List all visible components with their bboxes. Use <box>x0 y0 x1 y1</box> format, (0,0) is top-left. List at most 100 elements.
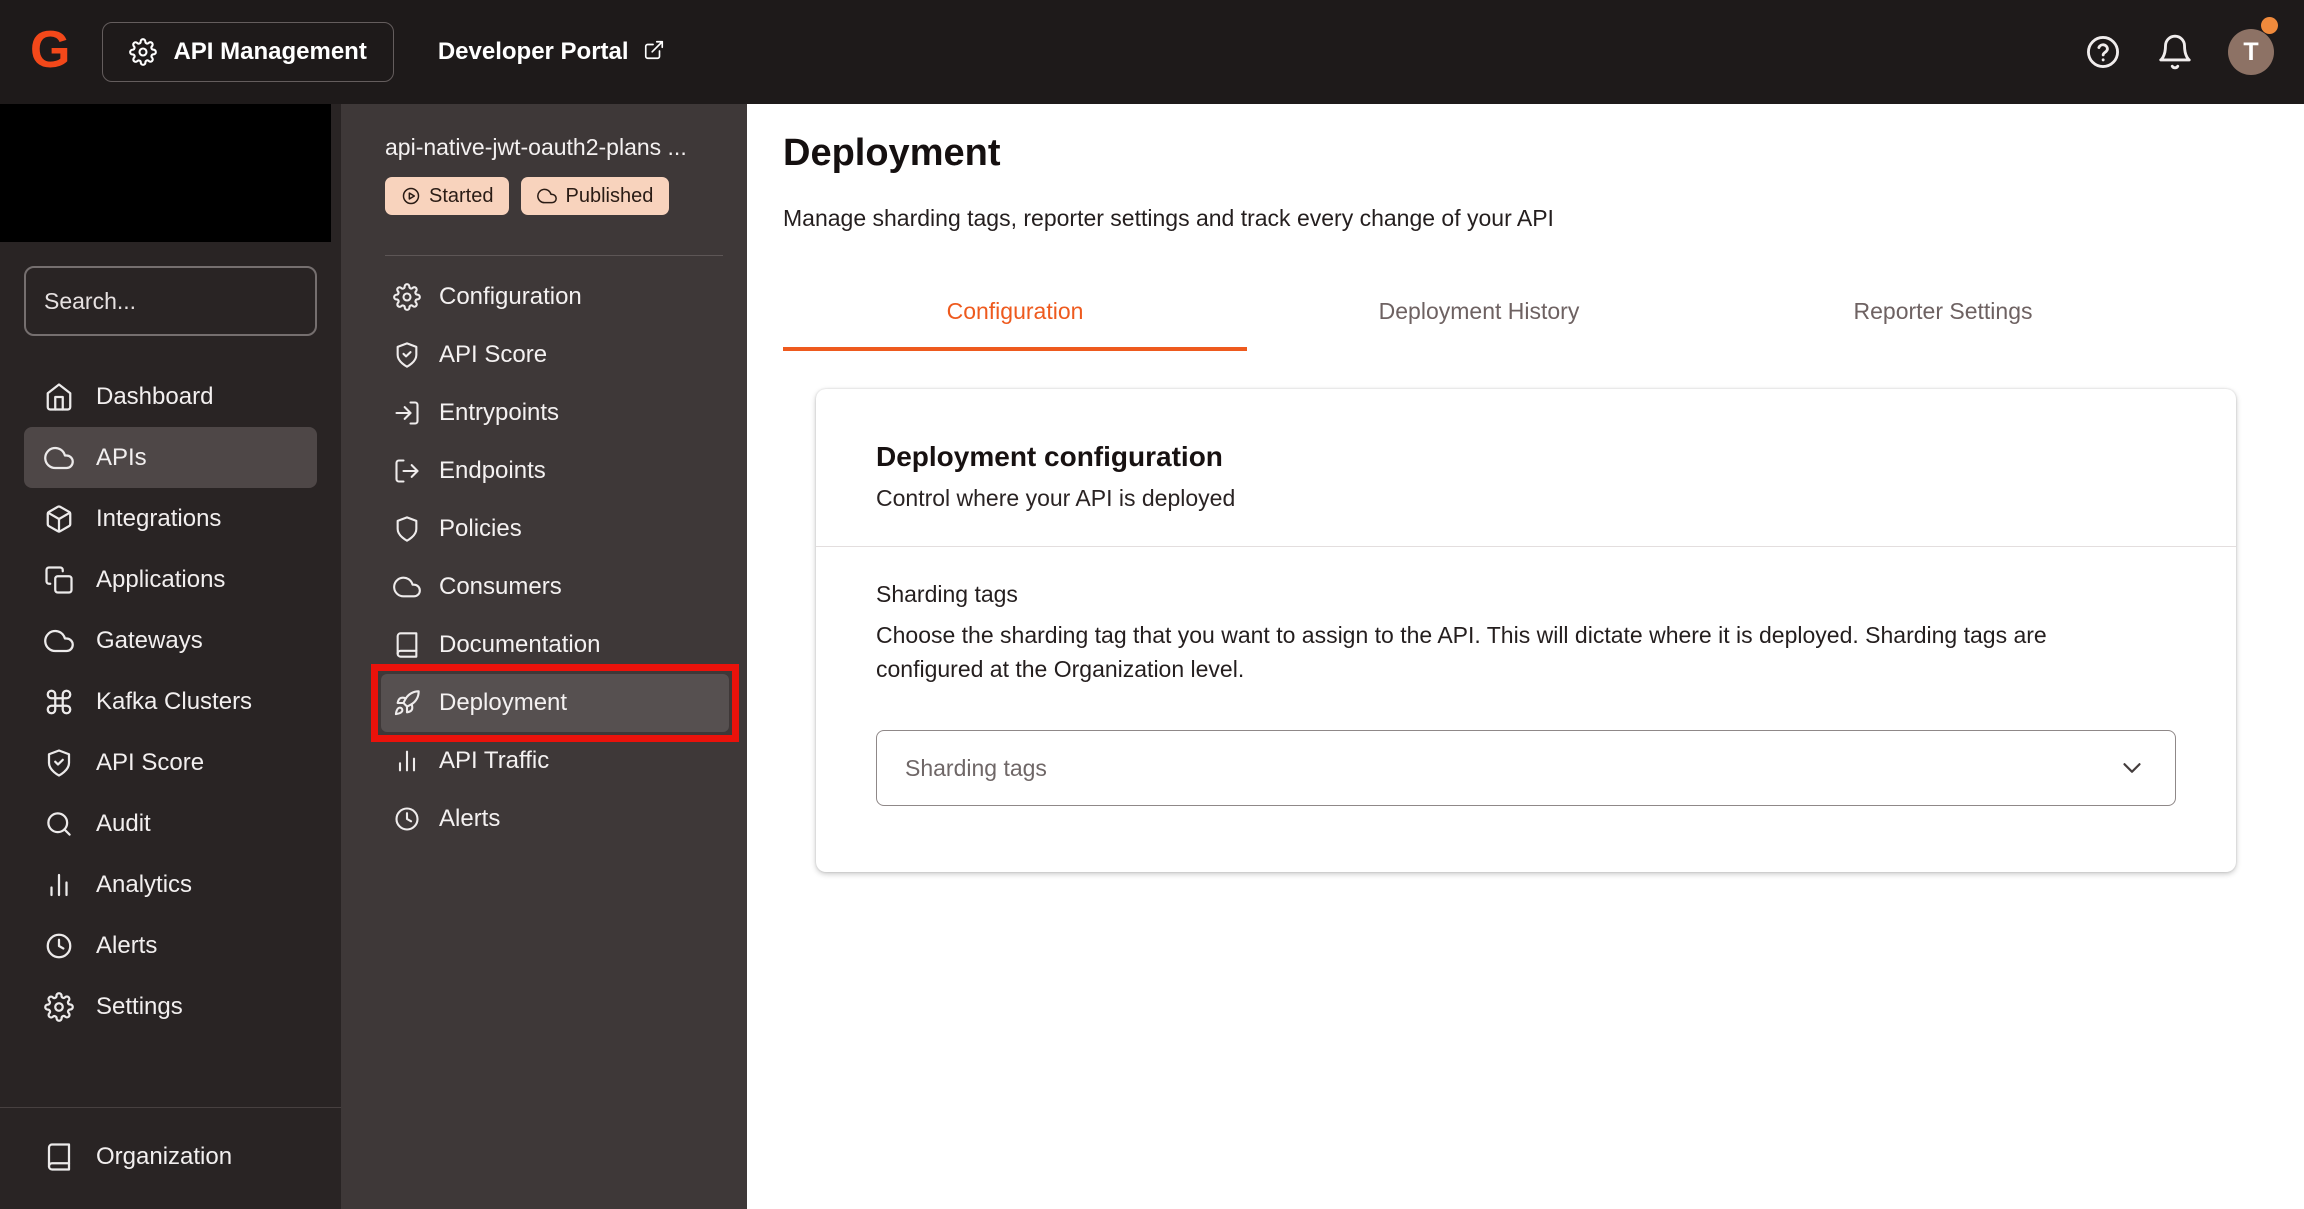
tab-deployment-history[interactable]: Deployment History <box>1247 274 1711 351</box>
sidebar-item-dashboard[interactable]: Dashboard <box>24 366 317 427</box>
user-avatar[interactable]: T <box>2228 29 2274 75</box>
shield-icon <box>393 515 421 543</box>
sidebar-item-label: Applications <box>96 566 225 594</box>
main-content: Deployment Manage sharding tags, reporte… <box>747 104 2304 1209</box>
arrow-out-icon <box>393 457 421 485</box>
sidebar-item-label: Analytics <box>96 871 192 899</box>
api-menu-item-label: Configuration <box>439 283 582 311</box>
copy-icon <box>44 565 74 595</box>
api-menu-item-label: Policies <box>439 515 522 543</box>
chevron-down-icon <box>2117 753 2147 783</box>
api-menu-item-api-score[interactable]: API Score <box>381 326 731 384</box>
api-menu-item-policies[interactable]: Policies <box>381 500 731 558</box>
card-subtitle: Control where your API is deployed <box>876 485 2176 512</box>
book-icon <box>393 631 421 659</box>
api-menu-item-deployment[interactable]: Deployment <box>381 674 729 732</box>
page-subtitle: Manage sharding tags, reporter settings … <box>783 205 2304 232</box>
sidebar-item-label: Organization <box>96 1143 232 1171</box>
sharding-tags-label: Sharding tags <box>876 581 2176 608</box>
developer-portal-link[interactable]: Developer Portal <box>438 38 665 66</box>
sidebar-item-label: API Score <box>96 749 204 777</box>
tab-bar: Configuration Deployment History Reporte… <box>783 274 2175 351</box>
api-menu-item-configuration[interactable]: Configuration <box>381 268 731 326</box>
arrow-in-icon <box>393 399 421 427</box>
api-management-button[interactable]: API Management <box>102 22 393 82</box>
sidebar-item-kafka-clusters[interactable]: Kafka Clusters <box>24 671 317 732</box>
select-placeholder: Sharding tags <box>905 755 1047 782</box>
api-menu-item-label: Consumers <box>439 573 562 601</box>
sidebar-item-label: Integrations <box>96 505 221 533</box>
command-icon <box>44 687 74 717</box>
status-badge-started: Started <box>385 177 509 215</box>
annotation-rectangle: Deployment <box>371 664 739 742</box>
api-menu-item-endpoints[interactable]: Endpoints <box>381 442 731 500</box>
sidebar-item-analytics[interactable]: Analytics <box>24 854 317 915</box>
app-window: G API Management Developer Portal T <box>0 0 2304 1209</box>
api-management-label: API Management <box>173 38 366 66</box>
sidebar-item-audit[interactable]: Audit <box>24 793 317 854</box>
api-menu-item-label: Deployment <box>439 689 567 717</box>
api-menu-item-label: API Traffic <box>439 747 549 775</box>
rocket-icon <box>393 689 421 717</box>
status-badge-published: Published <box>521 177 669 215</box>
shield-check-icon <box>44 748 74 778</box>
api-name: api-native-jwt-oauth2-plans ... <box>385 134 723 161</box>
sidebar-item-label: Alerts <box>96 932 157 960</box>
api-menu-item-consumers[interactable]: Consumers <box>381 558 731 616</box>
api-menu-item-label: Documentation <box>439 631 600 659</box>
cloud-icon <box>393 573 421 601</box>
bar-chart-icon <box>44 870 74 900</box>
cloud-icon <box>44 443 74 473</box>
magnifier-icon <box>44 809 74 839</box>
home-icon <box>44 382 74 412</box>
gear-icon <box>129 38 157 66</box>
sharding-tags-select[interactable]: Sharding tags <box>876 730 2176 806</box>
sharding-tags-description: Choose the sharding tag that you want to… <box>876 618 2136 686</box>
sidebar-item-settings[interactable]: Settings <box>24 976 317 1037</box>
sidebar-nav: Dashboard APIs Integrations Applications… <box>0 366 341 1037</box>
sidebar-item-applications[interactable]: Applications <box>24 549 317 610</box>
sidebar-item-label: APIs <box>96 444 147 472</box>
sidebar-item-apis[interactable]: APIs <box>24 427 317 488</box>
sidebar-item-organization[interactable]: Organization <box>24 1126 317 1187</box>
bar-chart-icon <box>393 747 421 775</box>
api-sidebar: api-native-jwt-oauth2-plans ... Started … <box>341 104 747 1209</box>
avatar-initial: T <box>2243 38 2258 67</box>
sidebar-item-label: Dashboard <box>96 383 213 411</box>
developer-portal-label: Developer Portal <box>438 38 629 66</box>
status-badge-label: Published <box>565 185 653 208</box>
sidebar-item-api-score[interactable]: API Score <box>24 732 317 793</box>
tab-configuration[interactable]: Configuration <box>783 274 1247 351</box>
card-header: Deployment configuration Control where y… <box>816 441 2236 512</box>
sidebar-item-integrations[interactable]: Integrations <box>24 488 317 549</box>
play-circle-icon <box>401 186 421 206</box>
notifications-bell-icon[interactable] <box>2156 33 2194 71</box>
api-menu-divider <box>385 255 723 256</box>
organization-icon <box>44 1142 74 1172</box>
sidebar-item-gateways[interactable]: Gateways <box>24 610 317 671</box>
sidebar-divider <box>0 1107 341 1108</box>
api-menu-item-label: Alerts <box>439 805 500 833</box>
sidebar-item-label: Kafka Clusters <box>96 688 252 716</box>
api-menu-item-alerts[interactable]: Alerts <box>381 790 731 848</box>
gear-icon <box>44 992 74 1022</box>
api-menu-item-label: Endpoints <box>439 457 546 485</box>
api-menu: Configuration API Score Entrypoints Endp… <box>341 268 747 848</box>
clock-icon <box>44 931 74 961</box>
primary-sidebar: Dashboard APIs Integrations Applications… <box>0 104 341 1209</box>
external-link-icon <box>643 39 665 61</box>
search-input[interactable] <box>44 288 340 315</box>
gravitee-logo[interactable]: G <box>30 24 70 76</box>
sidebar-item-label: Gateways <box>96 627 203 655</box>
card-body: Sharding tags Choose the sharding tag th… <box>816 547 2236 806</box>
api-menu-item-label: Entrypoints <box>439 399 559 427</box>
api-menu-item-entrypoints[interactable]: Entrypoints <box>381 384 731 442</box>
sidebar-item-alerts[interactable]: Alerts <box>24 915 317 976</box>
gear-icon <box>393 283 421 311</box>
sidebar-search[interactable] <box>24 266 317 336</box>
top-bar: G API Management Developer Portal T <box>0 0 2304 104</box>
help-icon[interactable] <box>2084 33 2122 71</box>
tab-reporter-settings[interactable]: Reporter Settings <box>1711 274 2175 351</box>
card-title: Deployment configuration <box>876 441 2176 473</box>
api-status-badges: Started Published <box>385 177 723 215</box>
